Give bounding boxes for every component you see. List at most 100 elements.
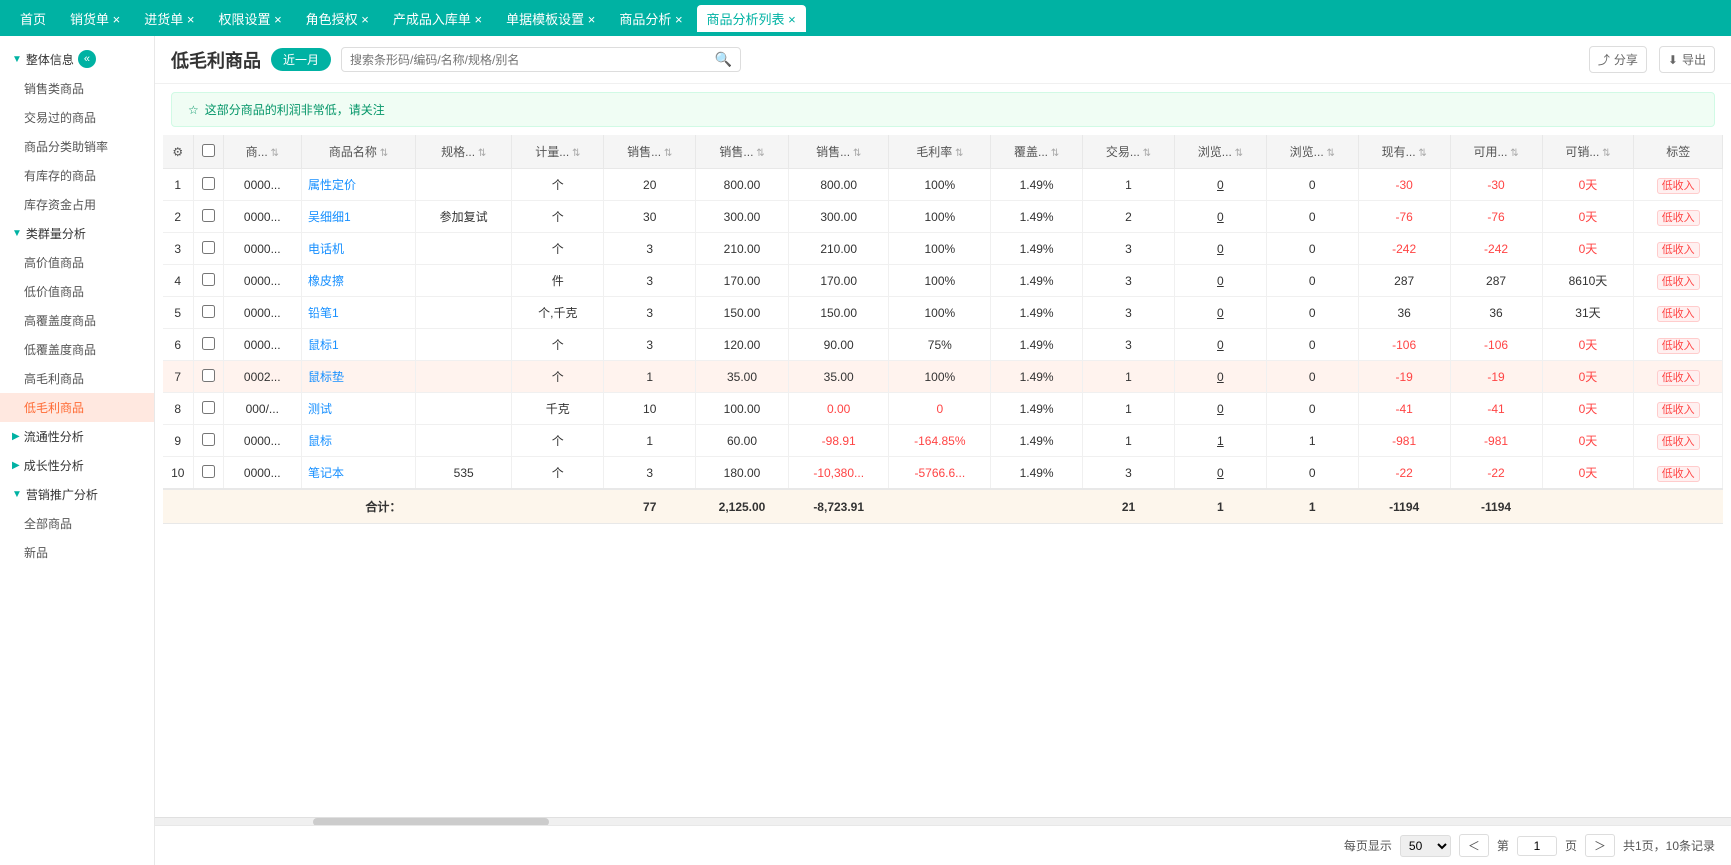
- sidebar-group-growth[interactable]: ▶ 成长性分析: [0, 451, 154, 480]
- cell-name[interactable]: 鼠标1: [302, 329, 416, 361]
- cell-name[interactable]: 测试: [302, 393, 416, 425]
- row-checkbox[interactable]: [202, 401, 215, 414]
- th-current-stock[interactable]: 现有...: [1358, 135, 1450, 169]
- search-input[interactable]: [350, 53, 715, 67]
- select-all-checkbox[interactable]: [202, 144, 215, 157]
- sidebar-item-low-margin[interactable]: 低毛利商品: [0, 393, 154, 422]
- sidebar-group-circulation[interactable]: ▶ 流通性分析: [0, 422, 154, 451]
- cell-view1[interactable]: 0: [1174, 201, 1266, 233]
- row-checkbox[interactable]: [202, 273, 215, 286]
- sidebar-item-stock-capital[interactable]: 库存资金占用: [0, 190, 154, 219]
- th-spec[interactable]: 规格...: [416, 135, 512, 169]
- filter-recent-month[interactable]: 近一月: [271, 48, 331, 71]
- cell-checkbox[interactable]: [193, 393, 223, 425]
- current-page-input[interactable]: [1517, 836, 1557, 856]
- th-sale-profit[interactable]: 销售...: [788, 135, 889, 169]
- th-settings[interactable]: ⚙: [163, 135, 193, 169]
- cell-view1[interactable]: 0: [1174, 297, 1266, 329]
- cell-name[interactable]: 吴细细1: [302, 201, 416, 233]
- cell-name[interactable]: 橡皮擦: [302, 265, 416, 297]
- share-button[interactable]: ⤴ 分享: [1589, 46, 1647, 73]
- row-checkbox[interactable]: [202, 465, 215, 478]
- row-checkbox[interactable]: [202, 305, 215, 318]
- row-checkbox[interactable]: [202, 209, 215, 222]
- cell-checkbox[interactable]: [193, 361, 223, 393]
- nav-purchase[interactable]: 进货单 ×: [134, 5, 204, 32]
- cell-sale-amt: 180.00: [696, 457, 789, 490]
- row-checkbox[interactable]: [202, 337, 215, 350]
- cell-view1[interactable]: 0: [1174, 361, 1266, 393]
- cell-name[interactable]: 属性定价: [302, 169, 416, 201]
- cell-spec: [416, 425, 512, 457]
- sidebar-item-new-products[interactable]: 新品: [0, 538, 154, 567]
- row-checkbox[interactable]: [202, 177, 215, 190]
- cell-checkbox[interactable]: [193, 425, 223, 457]
- sidebar-group-cluster[interactable]: ▼ 类群量分析: [0, 219, 154, 248]
- cell-name[interactable]: 鼠标: [302, 425, 416, 457]
- sidebar-item-traded[interactable]: 交易过的商品: [0, 103, 154, 132]
- sidebar-item-in-stock[interactable]: 有库存的商品: [0, 161, 154, 190]
- th-gross-margin[interactable]: 毛利率: [889, 135, 991, 169]
- th-code[interactable]: 商...: [223, 135, 302, 169]
- cell-view1[interactable]: 0: [1174, 169, 1266, 201]
- sidebar-item-high-coverage[interactable]: 高覆盖度商品: [0, 306, 154, 335]
- nav-home[interactable]: 首页: [10, 5, 56, 32]
- sidebar-item-low-value[interactable]: 低价值商品: [0, 277, 154, 306]
- th-name[interactable]: 商品名称: [302, 135, 416, 169]
- cell-checkbox[interactable]: [193, 457, 223, 490]
- sidebar-item-category-rate[interactable]: 商品分类助销率: [0, 132, 154, 161]
- sidebar-group-overall[interactable]: ▼ 整体信息 «: [0, 44, 154, 74]
- cell-tag: 低收入: [1634, 297, 1723, 329]
- cell-view1[interactable]: 0: [1174, 457, 1266, 490]
- nav-analysis-list[interactable]: 商品分析列表 ×: [697, 5, 806, 32]
- nav-permissions[interactable]: 权限设置 ×: [208, 5, 291, 32]
- row-checkbox[interactable]: [202, 241, 215, 254]
- cell-checkbox[interactable]: [193, 201, 223, 233]
- export-button[interactable]: ⬇ 导出: [1659, 46, 1715, 73]
- cell-checkbox[interactable]: [193, 297, 223, 329]
- cell-checkbox[interactable]: [193, 329, 223, 361]
- prev-page-btn[interactable]: ＜: [1459, 834, 1489, 857]
- next-page-btn[interactable]: ＞: [1585, 834, 1615, 857]
- th-sale-qty[interactable]: 销售...: [604, 135, 696, 169]
- th-unit[interactable]: 计量...: [512, 135, 604, 169]
- th-trade-count[interactable]: 交易...: [1083, 135, 1175, 169]
- cell-name[interactable]: 笔记本: [302, 457, 416, 490]
- horizontal-scrollbar[interactable]: [155, 817, 1731, 825]
- th-view1[interactable]: 浏览...: [1174, 135, 1266, 169]
- nav-templates[interactable]: 单据模板设置 ×: [496, 5, 605, 32]
- collapse-btn-overall[interactable]: «: [78, 50, 96, 68]
- th-saleable-days[interactable]: 可销...: [1542, 135, 1634, 169]
- row-checkbox[interactable]: [202, 433, 215, 446]
- nav-products[interactable]: 产成品入库单 ×: [383, 5, 492, 32]
- cell-view1[interactable]: 0: [1174, 233, 1266, 265]
- sidebar-item-all-products[interactable]: 全部商品: [0, 509, 154, 538]
- nav-analysis[interactable]: 商品分析 ×: [609, 5, 692, 32]
- th-coverage[interactable]: 覆盖...: [991, 135, 1083, 169]
- sidebar-item-high-value[interactable]: 高价值商品: [0, 248, 154, 277]
- row-checkbox[interactable]: [202, 369, 215, 382]
- sidebar-group-marketing[interactable]: ▼ 营销推广分析: [0, 480, 154, 509]
- nav-roles[interactable]: 角色授权 ×: [296, 5, 379, 32]
- th-tag[interactable]: 标签: [1634, 135, 1723, 169]
- cell-view1[interactable]: 0: [1174, 329, 1266, 361]
- cell-checkbox[interactable]: [193, 169, 223, 201]
- per-page-select[interactable]: 50 100 200: [1400, 835, 1451, 857]
- sidebar-item-low-coverage[interactable]: 低覆盖度商品: [0, 335, 154, 364]
- cell-checkbox[interactable]: [193, 265, 223, 297]
- cell-name[interactable]: 鼠标垫: [302, 361, 416, 393]
- cell-view1[interactable]: 1: [1174, 425, 1266, 457]
- th-checkbox[interactable]: [193, 135, 223, 169]
- cell-tag: 低收入: [1634, 233, 1723, 265]
- sidebar-item-sales-products[interactable]: 销售类商品: [0, 74, 154, 103]
- cell-view1[interactable]: 0: [1174, 265, 1266, 297]
- sidebar-item-high-margin[interactable]: 高毛利商品: [0, 364, 154, 393]
- cell-view1[interactable]: 0: [1174, 393, 1266, 425]
- cell-name[interactable]: 铅笔1: [302, 297, 416, 329]
- cell-name[interactable]: 电话机: [302, 233, 416, 265]
- th-view2[interactable]: 浏览...: [1266, 135, 1358, 169]
- th-sale-amt[interactable]: 销售...: [696, 135, 789, 169]
- th-available-stock[interactable]: 可用...: [1450, 135, 1542, 169]
- cell-checkbox[interactable]: [193, 233, 223, 265]
- nav-sales[interactable]: 销货单 ×: [60, 5, 130, 32]
